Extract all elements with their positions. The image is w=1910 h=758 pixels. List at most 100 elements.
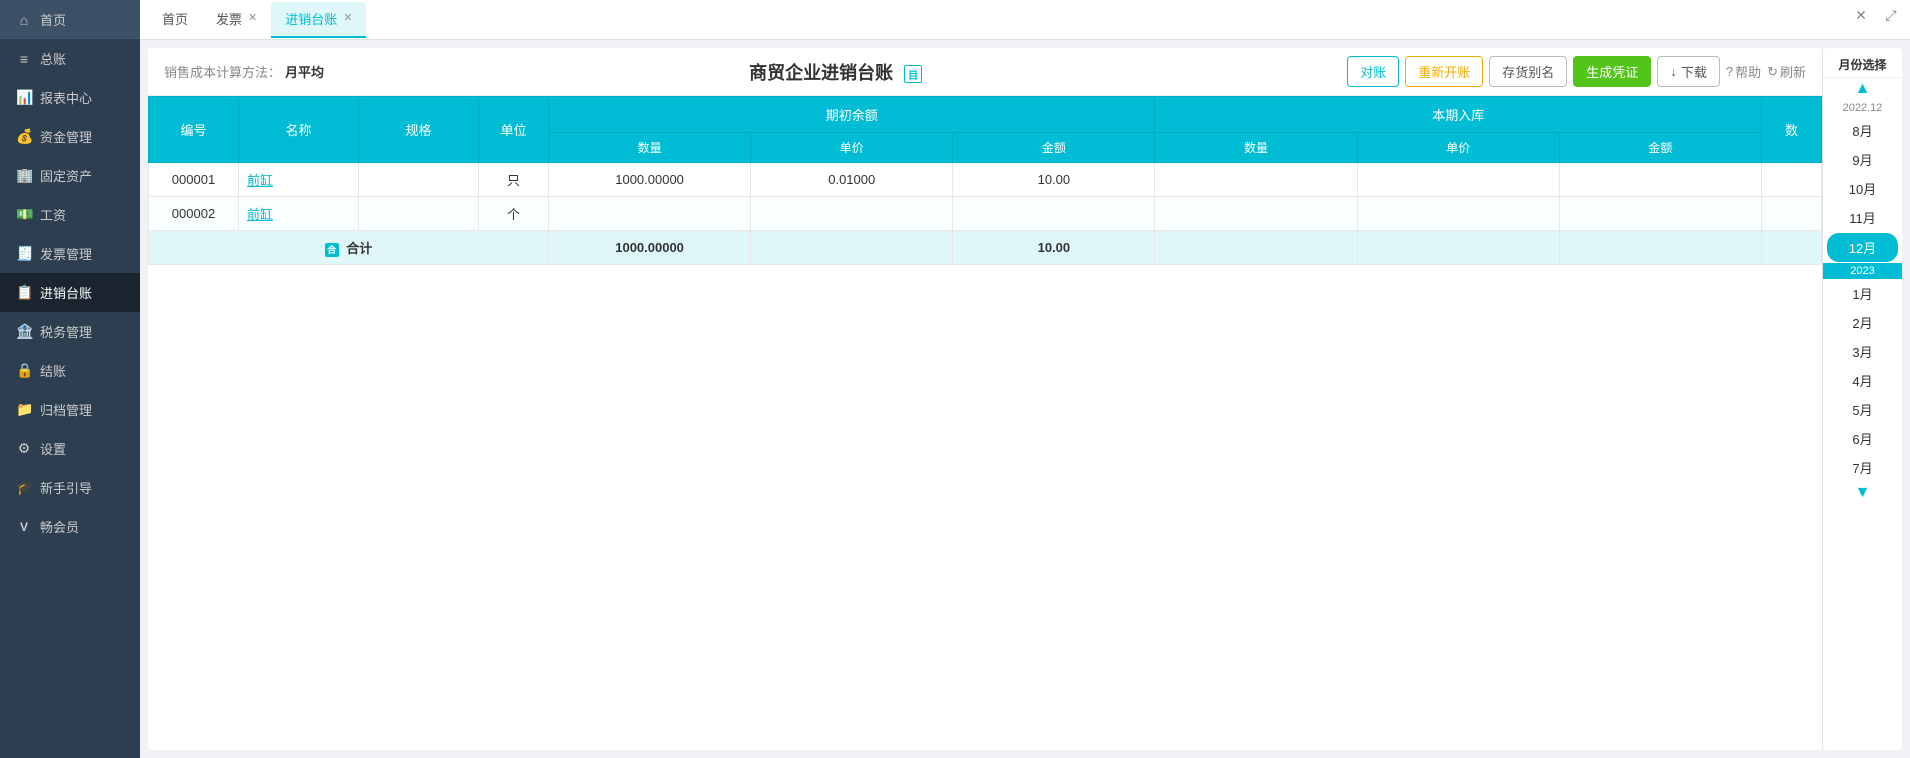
cell-name: 前缸 [239, 197, 359, 231]
total-icon: 合 [325, 243, 339, 257]
sidebar-item-member[interactable]: V 畅会员 [0, 507, 140, 546]
refresh-button[interactable]: ↻ 刷新 [1767, 62, 1806, 81]
gear-icon: ⚙ [16, 440, 32, 457]
month-item-2[interactable]: 2月 [1823, 308, 1902, 337]
cell-unit: 只 [479, 163, 549, 197]
finance-icon: 💰 [16, 128, 32, 145]
sidebar-item-label: 总账 [40, 49, 66, 68]
cell-code: 000001 [149, 163, 239, 197]
month-item-12[interactable]: 12月 [1827, 233, 1898, 262]
title-info-icon[interactable]: 目 [904, 65, 922, 83]
save-as-button[interactable]: 存货别名 [1489, 56, 1567, 87]
main-panel: 销售成本计算方法： 月平均 商贸企业进销台账 目 对账 重新开账 存货别名 生成… [148, 48, 1822, 750]
col-opening-price: 单价 [751, 133, 953, 163]
col-extra: 数 [1762, 97, 1822, 163]
sidebar-item-reports[interactable]: 📊 报表中心 [0, 78, 140, 117]
tab-inventory-close[interactable]: ✕ [343, 13, 352, 24]
table-container: 编号 名称 规格 单位 期初余额 本期入库 数 数量 单价 金额 数 [148, 96, 1822, 750]
total-opening-qty: 1000.00000 [549, 231, 751, 265]
month-item-10[interactable]: 10月 [1823, 174, 1902, 203]
total-opening-price [751, 231, 953, 265]
window-close-btn[interactable]: ✕ [1850, 4, 1872, 26]
col-inbound-price: 单价 [1357, 133, 1559, 163]
tab-invoice-label: 发票 [216, 9, 242, 28]
sidebar-item-inventory[interactable]: 📋 进销台账 [0, 273, 140, 312]
month-down-button[interactable]: ▼ [1855, 485, 1871, 501]
sidebar-item-home[interactable]: ⌂ 首页 [0, 0, 140, 39]
help-button[interactable]: ? 帮助 [1726, 62, 1761, 81]
sidebar-item-tax[interactable]: 🏦 税务管理 [0, 312, 140, 351]
sidebar-item-label: 报表中心 [40, 88, 92, 107]
sidebar-item-archive[interactable]: 📁 归档管理 [0, 390, 140, 429]
header-row: 销售成本计算方法： 月平均 商贸企业进销台账 目 对账 重新开账 存货别名 生成… [148, 48, 1822, 96]
month-item-8[interactable]: 8月 [1823, 116, 1902, 145]
sidebar-item-label: 发票管理 [40, 244, 92, 263]
generate-voucher-button[interactable]: 生成凭证 [1573, 56, 1651, 87]
month-item-7[interactable]: 7月 [1823, 453, 1902, 482]
tab-home-label: 首页 [162, 9, 188, 28]
page-title: 商贸企业进销台账 目 [324, 59, 1347, 85]
member-icon: V [16, 520, 32, 534]
month-item-1[interactable]: 1月 [1823, 279, 1902, 308]
month-item-6[interactable]: 6月 [1823, 424, 1902, 453]
cell-opening-qty [549, 197, 751, 231]
sidebar-item-close[interactable]: 🔒 结账 [0, 351, 140, 390]
sidebar-item-settings[interactable]: ⚙ 设置 [0, 429, 140, 468]
year-2023-tag: 2023 [1823, 263, 1902, 279]
download-button[interactable]: ↓ 下载 [1657, 56, 1720, 87]
cost-method-section: 销售成本计算方法： 月平均 [164, 62, 324, 81]
col-name: 名称 [239, 97, 359, 163]
month-item-9[interactable]: 9月 [1823, 145, 1902, 174]
cell-name: 前缸 [239, 163, 359, 197]
cell-inbound-price [1357, 163, 1559, 197]
cell-opening-amount [953, 197, 1155, 231]
month-item-3[interactable]: 3月 [1823, 337, 1902, 366]
sidebar-item-invoice-mgmt[interactable]: 🧾 发票管理 [0, 234, 140, 273]
col-opening-balance: 期初余额 [549, 97, 1155, 133]
ledger-icon: ≡ [16, 51, 32, 67]
sidebar-item-label: 工资 [40, 205, 66, 224]
sidebar: ⌂ 首页 ≡ 总账 📊 报表中心 💰 资金管理 🏢 固定资产 💵 工资 🧾 发票… [0, 0, 140, 758]
name-link[interactable]: 前缸 [247, 207, 273, 222]
sidebar-item-label: 设置 [40, 439, 66, 458]
col-inbound-amount: 金额 [1559, 133, 1761, 163]
month-item-11[interactable]: 11月 [1823, 203, 1902, 232]
tab-invoice[interactable]: 发票 ✕ [202, 2, 271, 38]
month-item-5[interactable]: 5月 [1823, 395, 1902, 424]
tab-home[interactable]: 首页 [148, 2, 202, 38]
cost-method-label: 销售成本计算方法： [164, 62, 281, 81]
month-selector: 月份选择 ▲ 2022.12 8月 9月 10月 11月 12月 2023 1月… [1822, 48, 1902, 750]
assets-icon: 🏢 [16, 167, 32, 184]
sidebar-item-label: 新手引导 [40, 478, 92, 497]
toolbar-buttons: 对账 重新开账 存货别名 生成凭证 ↓ 下载 ? 帮助 ↻ 刷新 [1347, 56, 1806, 87]
cell-opening-amount: 10.00 [953, 163, 1155, 197]
invoice-mgmt-icon: 🧾 [16, 245, 32, 262]
cell-code: 000002 [149, 197, 239, 231]
archive-icon: 📁 [16, 401, 32, 418]
tab-inventory-label: 进销台账 [285, 9, 337, 28]
tab-inventory[interactable]: 进销台账 ✕ [271, 2, 366, 38]
tab-invoice-close[interactable]: ✕ [248, 13, 257, 24]
cell-extra [1762, 163, 1822, 197]
col-current-inbound: 本期入库 [1155, 97, 1762, 133]
sidebar-item-ledger[interactable]: ≡ 总账 [0, 39, 140, 78]
sidebar-item-label: 固定资产 [40, 166, 92, 185]
reopen-button[interactable]: 重新开账 [1405, 56, 1483, 87]
month-nav-up: ▲ [1823, 78, 1902, 100]
sidebar-item-finance[interactable]: 💰 资金管理 [0, 117, 140, 156]
year-2022-label: 2022.12 [1843, 100, 1883, 116]
month-nav-down: ▼ [1823, 482, 1902, 504]
month-item-4[interactable]: 4月 [1823, 366, 1902, 395]
total-inbound-qty [1155, 231, 1357, 265]
sidebar-item-guide[interactable]: 🎓 新手引导 [0, 468, 140, 507]
cost-method-value: 月平均 [285, 62, 324, 81]
sidebar-item-label: 进销台账 [40, 283, 92, 302]
sidebar-item-assets[interactable]: 🏢 固定资产 [0, 156, 140, 195]
month-up-button[interactable]: ▲ [1855, 81, 1871, 97]
name-link[interactable]: 前缸 [247, 173, 273, 188]
table-row: 000001 前缸 只 1000.00000 0.01000 10.00 [149, 163, 1822, 197]
reconcile-button[interactable]: 对账 [1347, 56, 1399, 87]
sidebar-item-salary[interactable]: 💵 工资 [0, 195, 140, 234]
sidebar-item-label: 资金管理 [40, 127, 92, 146]
window-maximize-btn[interactable]: ⤢ [1880, 4, 1902, 26]
